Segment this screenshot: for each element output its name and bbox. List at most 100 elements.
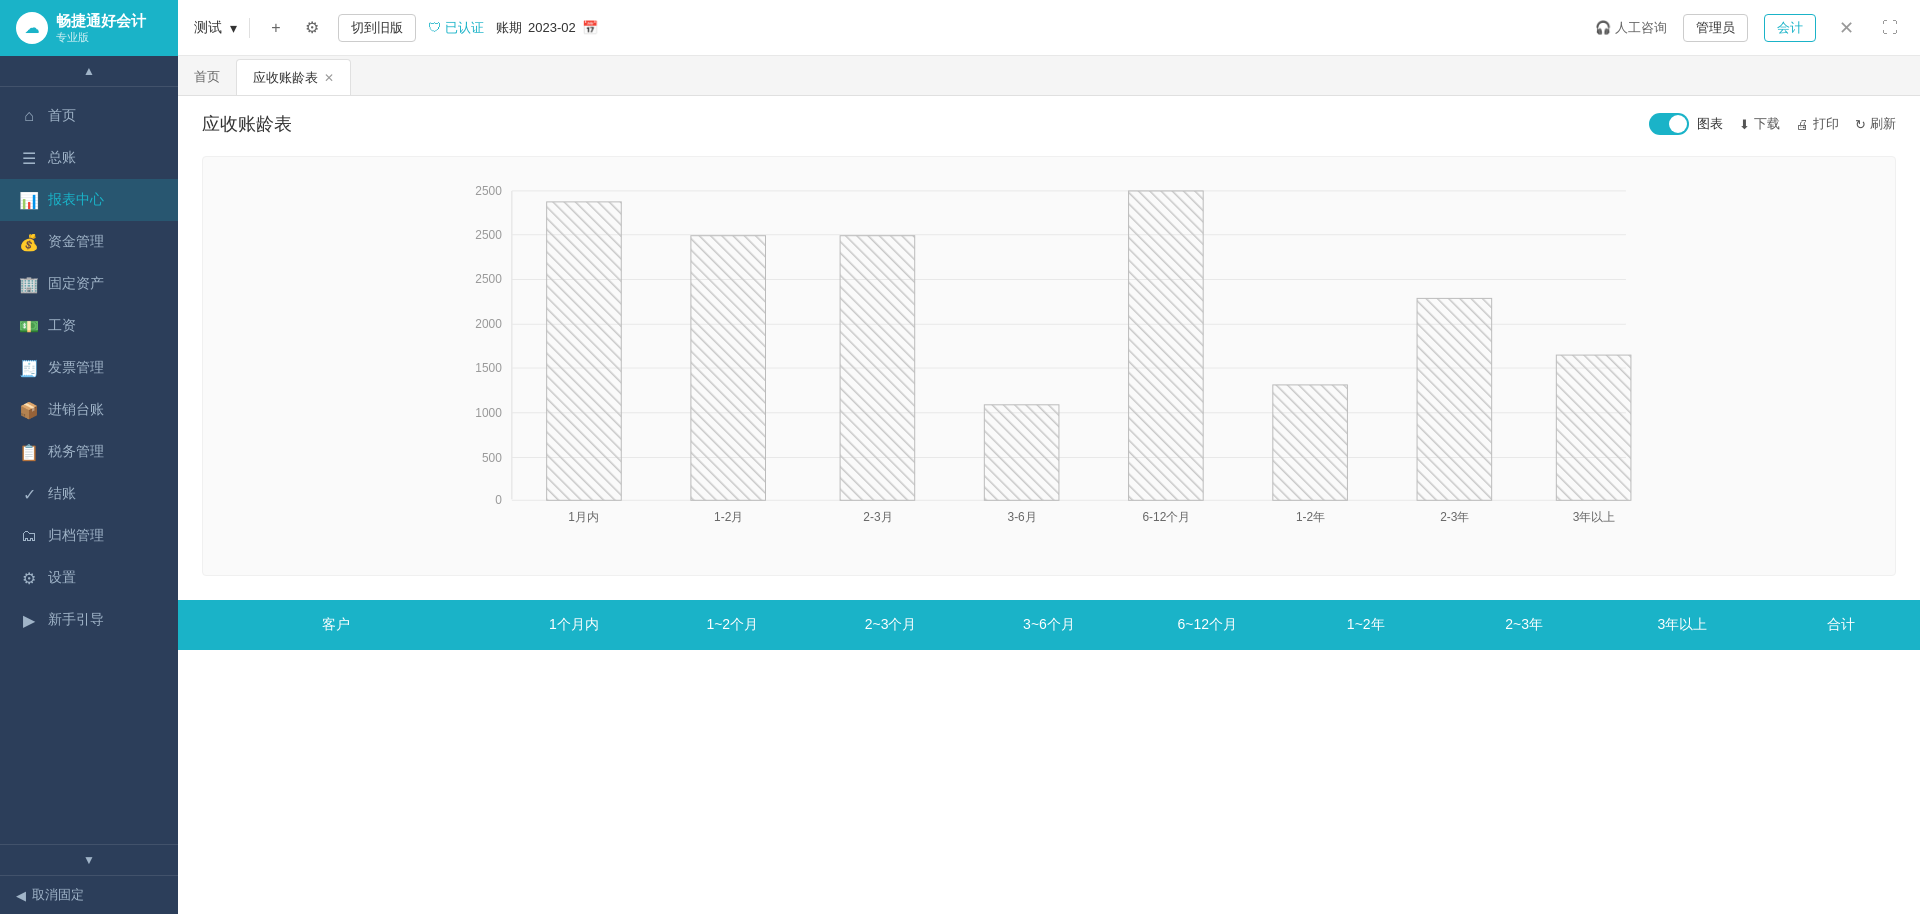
workspace-selector[interactable]: 测试 ▾ <box>194 19 237 37</box>
svg-text:500: 500 <box>482 451 502 465</box>
sidebar-label-wages: 工资 <box>48 317 76 335</box>
bar-1-2year <box>1273 385 1348 500</box>
sidebar-item-inventory[interactable]: 📦 进销台账 <box>0 389 178 431</box>
page-title: 应收账龄表 <box>202 112 292 136</box>
svg-text:2-3年: 2-3年 <box>1440 510 1469 524</box>
sidebar-item-archive[interactable]: 🗂 归档管理 <box>0 515 178 557</box>
tab-close-aging[interactable]: ✕ <box>324 71 334 85</box>
sidebar-item-guide[interactable]: ▶ 新手引导 <box>0 599 178 641</box>
sidebar-label-archive: 归档管理 <box>48 527 104 545</box>
settings-button[interactable]: ⚙ <box>298 14 326 42</box>
content-area: 应收账龄表 图表 ⬇ 下载 🖨 打印 <box>178 96 1920 914</box>
table-header-cell-5: 6~12个月 <box>1128 600 1286 650</box>
app-edition: 专业版 <box>56 30 146 45</box>
tab-label-home: 首页 <box>194 68 220 86</box>
shield-icon: 🛡 <box>428 20 441 35</box>
sidebar-icon-inventory: 📦 <box>20 401 38 419</box>
svg-text:2500: 2500 <box>475 184 502 198</box>
download-button[interactable]: ⬇ 下载 <box>1739 115 1780 133</box>
bar-1month <box>547 202 622 500</box>
table-header-cell-8: 3年以上 <box>1603 600 1761 650</box>
sidebar-icon-reports: 📊 <box>20 191 38 209</box>
sidebar-icon-tax: 📋 <box>20 443 38 461</box>
workspace-name: 测试 <box>194 19 222 37</box>
table-header-cell-0: 客户 <box>178 600 495 650</box>
table-header-cell-2: 1~2个月 <box>653 600 811 650</box>
svg-text:3-6月: 3-6月 <box>1008 510 1037 524</box>
tabbar: 首页 应收账龄表 ✕ <box>178 56 1920 96</box>
accountant-button[interactable]: 会计 <box>1764 14 1816 42</box>
sidebar-unpin-button[interactable]: ◀ 取消固定 <box>0 875 178 914</box>
refresh-button[interactable]: ↻ 刷新 <box>1855 115 1896 133</box>
table-header-cell-9: 合计 <box>1762 600 1920 650</box>
tab-home[interactable]: 首页 <box>178 59 236 95</box>
chart-toggle[interactable] <box>1649 113 1689 135</box>
table-header-cell-6: 1~2年 <box>1287 600 1445 650</box>
sidebar-scroll-up[interactable]: ▲ <box>79 60 99 82</box>
chart-toggle-container: 图表 <box>1649 113 1723 135</box>
manager-button[interactable]: 管理员 <box>1683 14 1748 42</box>
sidebar-item-tax[interactable]: 📋 税务管理 <box>0 431 178 473</box>
tab-aging[interactable]: 应收账龄表 ✕ <box>236 59 351 95</box>
topbar-divider-1 <box>249 18 250 38</box>
sidebar-item-assets[interactable]: 🏢 固定资产 <box>0 263 178 305</box>
sidebar-icon-ledger: ☰ <box>20 149 38 167</box>
chart-area: 2500 2500 2500 2000 1500 1000 500 <box>178 148 1920 600</box>
main-area: 测试 ▾ + ⚙ 切到旧版 🛡 已认证 账期 2023-02 📅 🎧 人工咨询 … <box>178 0 1920 914</box>
calendar-icon[interactable]: 📅 <box>582 20 598 35</box>
accounting-period: 账期 2023-02 📅 <box>496 19 598 37</box>
sidebar-item-settings[interactable]: ⚙ 设置 <box>0 557 178 599</box>
sidebar-item-invoice[interactable]: 🧾 发票管理 <box>0 347 178 389</box>
sidebar-item-settle[interactable]: ✓ 结账 <box>0 473 178 515</box>
sidebar-icon-settle: ✓ <box>20 485 38 503</box>
sidebar-item-funds[interactable]: 💰 资金管理 <box>0 221 178 263</box>
sidebar-label-settle: 结账 <box>48 485 76 503</box>
svg-text:1-2月: 1-2月 <box>714 510 743 524</box>
close-button[interactable]: ✕ <box>1832 14 1860 42</box>
sidebar-label-invoice: 发票管理 <box>48 359 104 377</box>
add-button[interactable]: + <box>262 14 290 42</box>
sidebar-icon-funds: 💰 <box>20 233 38 251</box>
bar-3plus-year <box>1556 355 1631 500</box>
topbar-actions: + ⚙ <box>262 14 326 42</box>
sidebar-item-home[interactable]: ⌂ 首页 <box>0 95 178 137</box>
sidebar-item-ledger[interactable]: ☰ 总账 <box>0 137 178 179</box>
headset-icon: 🎧 <box>1595 20 1611 35</box>
sidebar-nav: ⌂ 首页 ☰ 总账 📊 报表中心 💰 资金管理 🏢 固定资产 💵 工资 🧾 发票… <box>0 87 178 844</box>
bar-2-3year <box>1417 298 1492 500</box>
sidebar-icon-guide: ▶ <box>20 611 38 629</box>
print-button[interactable]: 🖨 打印 <box>1796 115 1839 133</box>
chart-wrapper: 2500 2500 2500 2000 1500 1000 500 <box>202 156 1896 576</box>
table-header-cell-4: 3~6个月 <box>970 600 1128 650</box>
bar-1-2month <box>691 236 766 501</box>
bar-3-6month <box>984 405 1059 500</box>
toggle-knob <box>1669 115 1687 133</box>
period-value: 2023-02 <box>528 20 576 35</box>
sidebar-item-reports[interactable]: 📊 报表中心 <box>0 179 178 221</box>
sidebar-icon-archive: 🗂 <box>20 527 38 545</box>
sidebar-item-wages[interactable]: 💵 工资 <box>0 305 178 347</box>
svg-text:2500: 2500 <box>475 228 502 242</box>
page-actions: 图表 ⬇ 下载 🖨 打印 ↻ 刷新 <box>1649 113 1896 135</box>
consult-button[interactable]: 🎧 人工咨询 <box>1595 19 1667 37</box>
sidebar-logo: ☁ 畅捷通好会计 专业版 <box>0 0 178 56</box>
certified-label: 已认证 <box>445 19 484 37</box>
switch-old-version-button[interactable]: 切到旧版 <box>338 14 416 42</box>
sidebar-label-guide: 新手引导 <box>48 611 104 629</box>
pin-icon: ◀ <box>16 888 26 903</box>
svg-text:1-2年: 1-2年 <box>1296 510 1325 524</box>
sidebar-scroll-down[interactable]: ▼ <box>79 849 99 871</box>
page-container: 应收账龄表 图表 ⬇ 下载 🖨 打印 <box>178 96 1920 914</box>
sidebar-label-inventory: 进销台账 <box>48 401 104 419</box>
dropdown-icon: ▾ <box>230 20 237 36</box>
sidebar: ☁ 畅捷通好会计 专业版 ▲ ⌂ 首页 ☰ 总账 📊 报表中心 💰 资金管理 🏢… <box>0 0 178 914</box>
sidebar-label-home: 首页 <box>48 107 76 125</box>
table-area: 客户1个月内1~2个月2~3个月3~6个月6~12个月1~2年2~3年3年以上合… <box>178 600 1920 650</box>
table-header-cell-3: 2~3个月 <box>811 600 969 650</box>
tab-label-aging: 应收账龄表 <box>253 69 318 87</box>
sidebar-icon-home: ⌂ <box>20 107 38 125</box>
consult-label: 人工咨询 <box>1615 19 1667 37</box>
table-header-cell-1: 1个月内 <box>495 600 653 650</box>
expand-button[interactable]: ⛶ <box>1876 14 1904 42</box>
svg-text:6-12个月: 6-12个月 <box>1142 510 1190 524</box>
